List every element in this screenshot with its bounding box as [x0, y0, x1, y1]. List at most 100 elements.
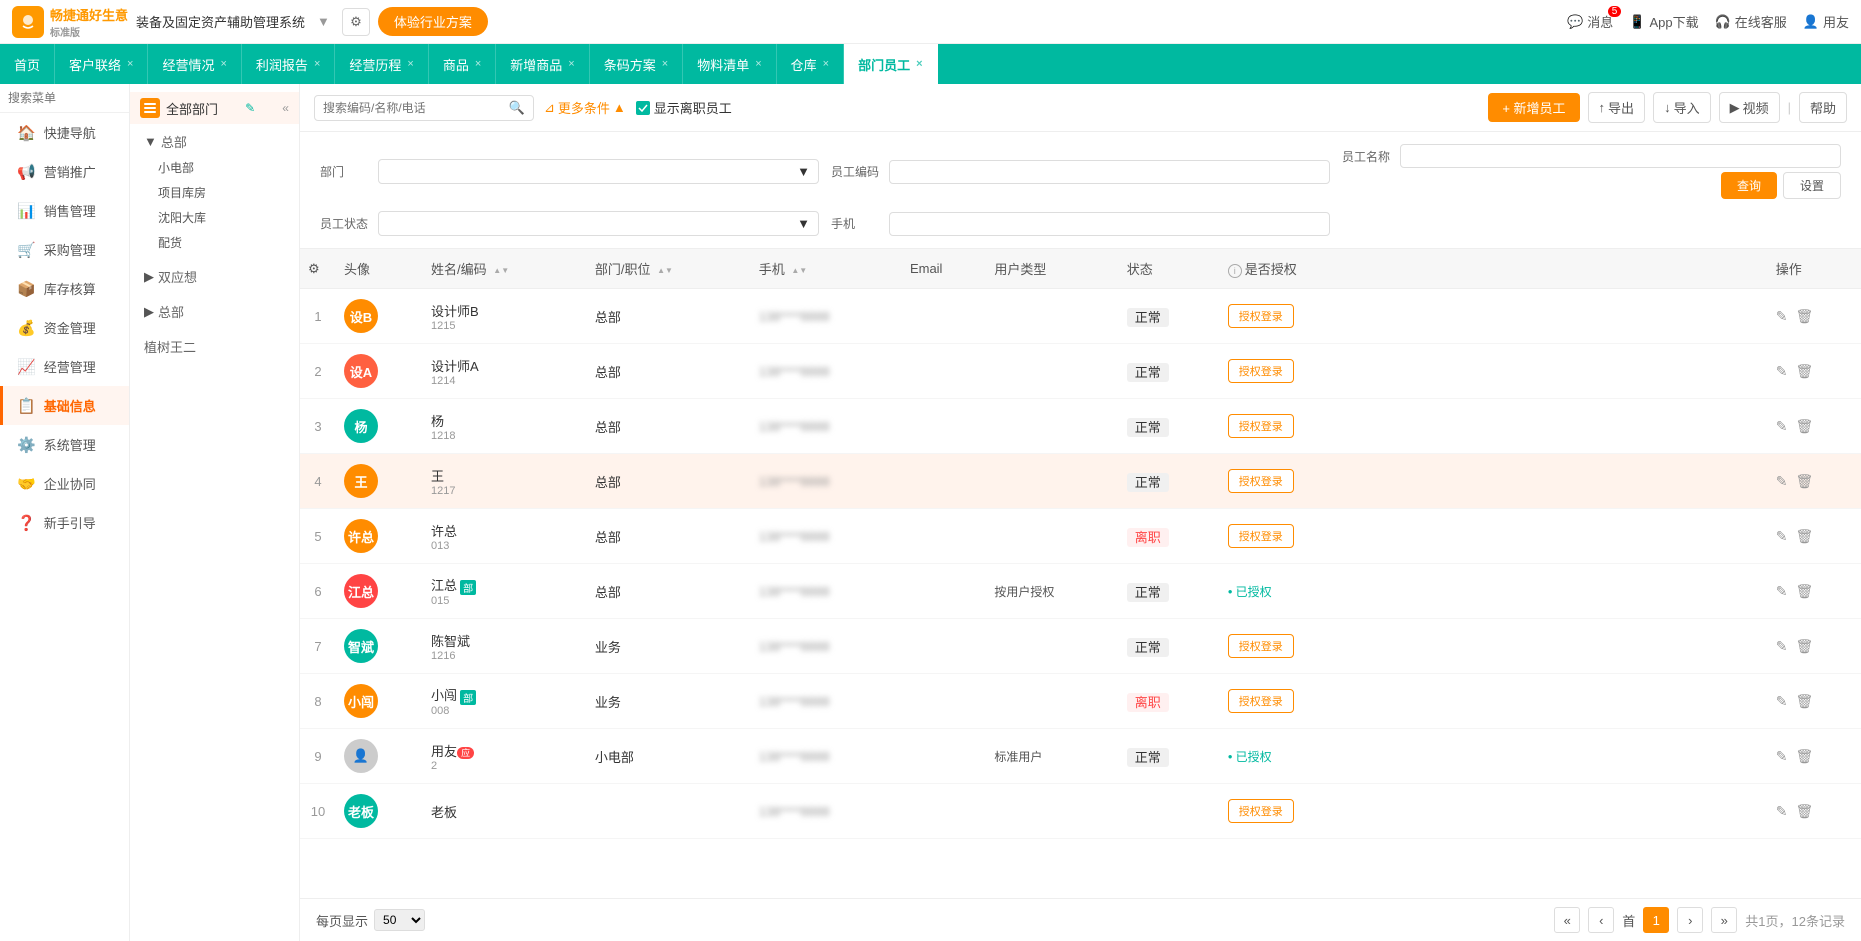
tab-goods-close[interactable]: ×	[475, 58, 481, 70]
adv-dept-select[interactable]: ▼	[378, 159, 819, 184]
tab-profit-close[interactable]: ×	[314, 58, 320, 70]
tab-home[interactable]: 首页	[0, 44, 55, 84]
dept-all-row[interactable]: 全部部门 ✎ «	[130, 92, 299, 124]
tab-history-close[interactable]: ×	[407, 58, 413, 70]
edit-icon[interactable]: ✎	[1776, 528, 1788, 545]
col-name[interactable]: 姓名/编码 ▲▼	[423, 249, 587, 289]
tab-dept-staff[interactable]: 部门员工×	[844, 44, 937, 84]
current-page-btn[interactable]: 1	[1643, 907, 1669, 933]
tab-history[interactable]: 经营历程×	[335, 44, 428, 84]
auth-btn[interactable]: 授权登录	[1228, 634, 1294, 658]
delete-icon[interactable]: 🗑	[1796, 748, 1814, 765]
delete-icon[interactable]: 🗑	[1796, 528, 1814, 545]
dept-group-shuangying-name[interactable]: ▶ 双应想	[130, 263, 299, 290]
show-resigned-toggle[interactable]: 显示离职员工	[636, 98, 732, 117]
dept-group-zongbu-name[interactable]: ▶ 总部	[130, 298, 299, 325]
edit-icon[interactable]: ✎	[1776, 748, 1788, 765]
sidebar-item-cooperation[interactable]: 🤝 企业协同	[0, 464, 129, 503]
tab-customer[interactable]: 客户联络×	[55, 44, 148, 84]
sidebar-search-input[interactable]	[8, 91, 130, 105]
delete-icon[interactable]: 🗑	[1796, 638, 1814, 655]
col-dept[interactable]: 部门/职位 ▲▼	[587, 249, 751, 289]
tab-add-goods-close[interactable]: ×	[568, 58, 574, 70]
edit-icon[interactable]: ✎	[1776, 418, 1788, 435]
help-btn[interactable]: 帮助	[1799, 92, 1847, 123]
message-btn[interactable]: 💬 消息 5	[1567, 12, 1613, 31]
edit-icon[interactable]: ✎	[1776, 693, 1788, 710]
auth-btn[interactable]: 授权登录	[1228, 304, 1294, 328]
sidebar-item-guide[interactable]: ❓ 新手引导	[0, 503, 129, 542]
adv-set-btn[interactable]: 设置	[1783, 172, 1841, 199]
per-page-select[interactable]: 50 20 100	[374, 909, 425, 931]
auth-btn[interactable]: 授权登录	[1228, 414, 1294, 438]
import-btn[interactable]: ↓ 导入	[1653, 92, 1711, 123]
edit-icon[interactable]: ✎	[1776, 363, 1788, 380]
dept-collapse-btn[interactable]: «	[282, 101, 289, 115]
adv-empcode-input[interactable]	[889, 160, 1330, 184]
dept-group-head-name[interactable]: ▼ 总部	[130, 128, 299, 155]
tab-bom-close[interactable]: ×	[755, 58, 761, 70]
dept-child-distribution[interactable]: 配货	[130, 230, 299, 255]
sidebar-item-finance[interactable]: 💰 资金管理	[0, 308, 129, 347]
sidebar-item-quick-nav[interactable]: 🏠 快捷导航	[0, 113, 129, 152]
adv-status-select[interactable]: ▼	[378, 211, 819, 236]
tab-customer-close[interactable]: ×	[127, 58, 133, 70]
delete-icon[interactable]: 🗑	[1796, 473, 1814, 490]
delete-icon[interactable]: 🗑	[1796, 583, 1814, 600]
sidebar-item-sales[interactable]: 📊 销售管理	[0, 191, 129, 230]
user-area[interactable]: 👤 用友	[1803, 12, 1849, 31]
tab-operations[interactable]: 经营情况×	[148, 44, 241, 84]
dept-child-project[interactable]: 项目库房	[130, 180, 299, 205]
delete-icon[interactable]: 🗑	[1796, 803, 1814, 820]
online-service-btn[interactable]: 🎧 在线客服	[1715, 12, 1787, 31]
adv-search-btn[interactable]: 查询	[1721, 172, 1777, 199]
dept-group-zhishu-name[interactable]: 植树王二	[130, 333, 299, 360]
dept-child-shenyang[interactable]: 沈阳大库	[130, 205, 299, 230]
delete-icon[interactable]: 🗑	[1796, 693, 1814, 710]
sidebar-item-marketing[interactable]: 📢 营销推广	[0, 152, 129, 191]
tab-warehouse[interactable]: 仓库×	[777, 44, 844, 84]
auth-btn[interactable]: 授权登录	[1228, 799, 1294, 823]
tab-operations-close[interactable]: ×	[220, 58, 226, 70]
tab-add-goods[interactable]: 新增商品×	[496, 44, 589, 84]
add-employee-btn[interactable]: + 新增员工	[1488, 93, 1579, 122]
sidebar-item-operations[interactable]: 📈 经营管理	[0, 347, 129, 386]
auth-btn[interactable]: 授权登录	[1228, 359, 1294, 383]
tab-dept-staff-close[interactable]: ×	[916, 58, 922, 70]
more-filter-btn[interactable]: ⊿ 更多条件 ▲	[544, 98, 626, 117]
col-settings[interactable]: ⚙	[300, 249, 336, 289]
filter-search-input[interactable]	[323, 101, 505, 115]
edit-icon[interactable]: ✎	[1776, 583, 1788, 600]
trial-btn[interactable]: 体验行业方案	[378, 7, 488, 36]
sidebar-item-system[interactable]: ⚙️ 系统管理	[0, 425, 129, 464]
tab-profit[interactable]: 利润报告×	[242, 44, 335, 84]
settings-icon-btn[interactable]: ⚙	[342, 8, 370, 36]
tab-barcode-close[interactable]: ×	[662, 58, 668, 70]
tab-goods[interactable]: 商品×	[429, 44, 496, 84]
adv-empname-input[interactable]	[1400, 144, 1841, 168]
tab-barcode[interactable]: 条码方案×	[590, 44, 683, 84]
auth-btn[interactable]: 授权登录	[1228, 689, 1294, 713]
edit-icon[interactable]: ✎	[1776, 638, 1788, 655]
edit-icon[interactable]: ✎	[1776, 473, 1788, 490]
tab-warehouse-close[interactable]: ×	[823, 58, 829, 70]
tab-bom[interactable]: 物料清单×	[683, 44, 776, 84]
dept-child-small-elec[interactable]: 小电部	[130, 155, 299, 180]
auth-btn[interactable]: 授权登录	[1228, 524, 1294, 548]
adv-phone-input[interactable]	[889, 212, 1330, 236]
export-btn[interactable]: ↑ 导出	[1588, 92, 1646, 123]
auth-btn[interactable]: 授权登录	[1228, 469, 1294, 493]
first-page-btn[interactable]: «	[1554, 907, 1580, 933]
edit-icon[interactable]: ✎	[1776, 803, 1788, 820]
sidebar-item-inventory[interactable]: 📦 库存核算	[0, 269, 129, 308]
delete-icon[interactable]: 🗑	[1796, 418, 1814, 435]
view-btn[interactable]: ▶ 视频	[1719, 92, 1780, 123]
sidebar-item-purchase[interactable]: 🛒 采购管理	[0, 230, 129, 269]
app-download-btn[interactable]: 📱 App下载	[1629, 12, 1698, 31]
sidebar-item-basic-info[interactable]: 📋 基础信息	[0, 386, 129, 425]
edit-icon[interactable]: ✎	[1776, 308, 1788, 325]
delete-icon[interactable]: 🗑	[1796, 363, 1814, 380]
prev-page-btn[interactable]: ‹	[1588, 907, 1614, 933]
dept-edit-icon[interactable]: ✎	[245, 101, 255, 115]
col-phone[interactable]: 手机 ▲▼	[751, 249, 902, 289]
